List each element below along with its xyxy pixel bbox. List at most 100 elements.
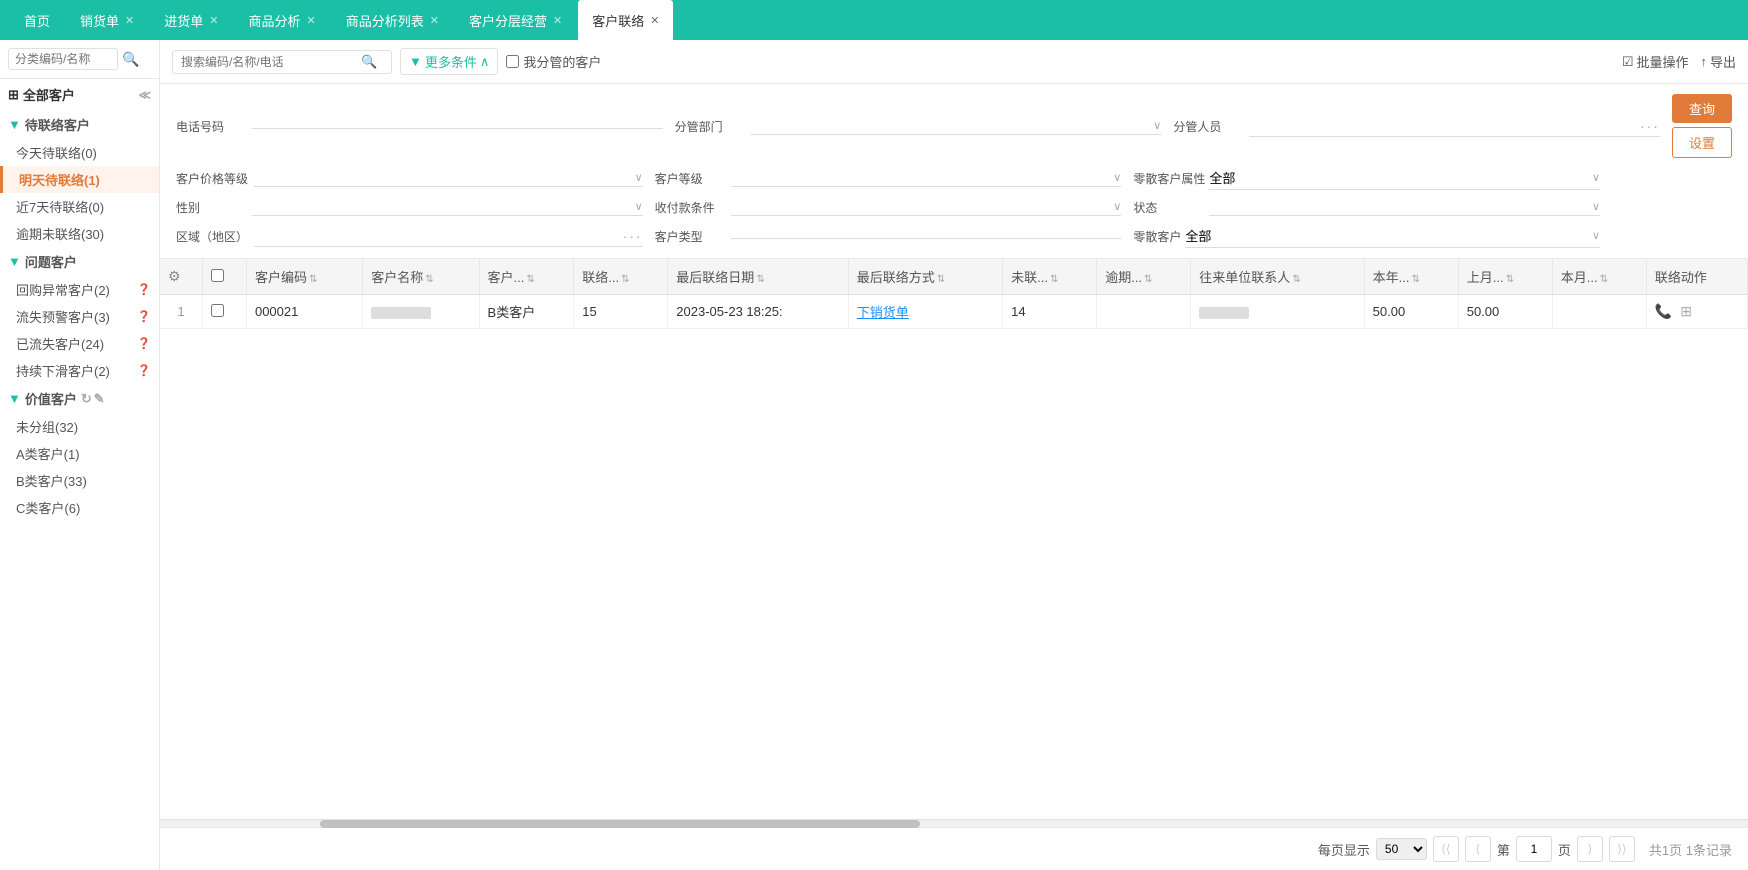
sidebar-search-icon[interactable]: 🔍 xyxy=(122,51,139,68)
payment-label: 收付款条件 xyxy=(655,199,725,216)
col-name[interactable]: 客户名称⇅ xyxy=(363,259,479,295)
main-search-input[interactable] xyxy=(181,55,361,69)
nav-close-icon[interactable]: ✕ xyxy=(307,14,316,27)
phone-input[interactable] xyxy=(252,124,663,129)
select-all-checkbox[interactable] xyxy=(211,269,224,282)
nav-home[interactable]: 首页 xyxy=(10,0,64,40)
region-label: 区域（地区） xyxy=(176,228,248,245)
prev-page-btn[interactable]: ⟨ xyxy=(1465,836,1491,862)
col-last-month[interactable]: 上月...⇅ xyxy=(1458,259,1552,295)
col-type[interactable]: 客户...⇅ xyxy=(479,259,574,295)
customer-level-label: 客户等级 xyxy=(655,170,725,187)
sort-icon: ⇅ xyxy=(1506,274,1514,285)
nav-product-analysis-list[interactable]: 商品分析列表 ✕ xyxy=(332,0,453,40)
col-contacts[interactable]: 联络...⇅ xyxy=(574,259,668,295)
col-last-contact-date[interactable]: 最后联络日期⇅ xyxy=(668,259,849,295)
main-search-icon[interactable]: 🔍 xyxy=(361,54,377,70)
col-not-contacted[interactable]: 未联...⇅ xyxy=(1003,259,1097,295)
my-customers-checkbox-label[interactable]: 我分管的客户 xyxy=(506,52,601,71)
total-label: 共1页 1条记录 xyxy=(1649,840,1732,859)
col-code[interactable]: 客户编码⇅ xyxy=(246,259,362,295)
sidebar-search-input[interactable] xyxy=(8,48,118,70)
checkbox-icon: ☑ xyxy=(1622,54,1634,70)
next-page-btn[interactable]: ⟩ xyxy=(1577,836,1603,862)
page-unit: 页 xyxy=(1558,840,1571,859)
nav-close-icon[interactable]: ✕ xyxy=(553,14,562,27)
nav-customer-contact[interactable]: 客户联络 ✕ xyxy=(578,0,673,40)
sidebar-item-c-class[interactable]: C类客户(6) xyxy=(0,494,159,521)
pending-contact-section: ▼ 待联络客户 xyxy=(0,110,159,139)
row-overdue xyxy=(1097,295,1191,329)
nav-close-icon[interactable]: ✕ xyxy=(125,14,134,27)
nav-close-active-icon[interactable]: ✕ xyxy=(650,14,659,27)
sidebar-item-b-class[interactable]: B类客户(33) xyxy=(0,467,159,494)
col-overdue[interactable]: 逾期...⇅ xyxy=(1097,259,1191,295)
sidebar-item-declining[interactable]: 持续下滑客户(2) ❓ xyxy=(0,357,159,384)
horizontal-scrollbar[interactable] xyxy=(160,819,1748,827)
edit-icon[interactable]: ✎ xyxy=(94,391,105,407)
sidebar-item-repurchase-anomaly[interactable]: 回购异常客户(2) ❓ xyxy=(0,276,159,303)
settings-btn[interactable]: 设置 xyxy=(1672,127,1732,158)
filter-manager: 分管人员 ··· xyxy=(1173,116,1660,137)
retail-attr-select[interactable]: 全部 ∨ xyxy=(1209,166,1600,190)
all-customers-header[interactable]: ⊞ 全部客户 ≪ xyxy=(0,79,159,110)
row-checkbox[interactable] xyxy=(203,295,247,329)
nav-close-icon[interactable]: ✕ xyxy=(209,14,218,27)
col-unit-contact[interactable]: 往来单位联系人⇅ xyxy=(1191,259,1364,295)
my-customers-checkbox[interactable] xyxy=(506,55,519,68)
payment-select[interactable]: ∨ xyxy=(731,198,1122,216)
gender-select[interactable]: ∨ xyxy=(252,198,643,216)
nav-sales-order[interactable]: 销货单 ✕ xyxy=(66,0,148,40)
sidebar-item-7days[interactable]: 近7天待联络(0) xyxy=(0,193,159,220)
first-page-btn[interactable]: ⟨⟨ xyxy=(1433,836,1459,862)
sort-icon: ⇅ xyxy=(1050,274,1058,285)
chevron-down-icon: ∨ xyxy=(635,171,643,184)
sidebar-item-today[interactable]: 今天待联络(0) xyxy=(0,139,159,166)
col-checkbox[interactable] xyxy=(203,259,247,295)
triangle-icon: ▼ xyxy=(8,117,21,132)
page-input[interactable] xyxy=(1516,836,1552,862)
manager-select[interactable]: ··· xyxy=(1249,116,1660,137)
row-code: 000021 xyxy=(246,295,362,329)
export-btn[interactable]: ↑ 导出 xyxy=(1700,52,1736,71)
status-select[interactable]: ∨ xyxy=(1209,198,1600,216)
customer-level-select[interactable]: ∨ xyxy=(731,169,1122,187)
row-last-month: 50.00 xyxy=(1458,295,1552,329)
row-select-checkbox[interactable] xyxy=(211,304,224,317)
col-this-year[interactable]: 本年...⇅ xyxy=(1364,259,1458,295)
sidebar-item-overdue[interactable]: 逾期未联络(30) xyxy=(0,220,159,247)
col-action[interactable]: 联络动作 xyxy=(1646,259,1747,295)
nav-product-analysis[interactable]: 商品分析 ✕ xyxy=(234,0,329,40)
nav-customer-tier[interactable]: 客户分层经营 ✕ xyxy=(455,0,576,40)
nav-close-icon[interactable]: ✕ xyxy=(430,14,439,27)
retail-customer-select[interactable]: 全部 ∨ xyxy=(1185,224,1600,248)
dept-select[interactable]: ∨ xyxy=(751,117,1162,135)
scrollbar-thumb[interactable] xyxy=(320,820,920,828)
sidebar-item-churn-warning[interactable]: 流失预警客户(3) ❓ xyxy=(0,303,159,330)
col-last-contact-method[interactable]: 最后联络方式⇅ xyxy=(848,259,1002,295)
phone-action-icon[interactable]: 📞 xyxy=(1655,303,1672,320)
row-last-contact-method[interactable]: 下销货单 xyxy=(848,295,1002,329)
grid-action-icon[interactable]: ⊞ xyxy=(1680,303,1692,320)
customer-type-select[interactable] xyxy=(731,234,1122,239)
sidebar-item-churned[interactable]: 已流失客户(24) ❓ xyxy=(0,330,159,357)
refresh-icon[interactable]: ↻ xyxy=(81,391,92,407)
nav-purchase-order[interactable]: 进货单 ✕ xyxy=(150,0,232,40)
col-this-month[interactable]: 本月...⇅ xyxy=(1552,259,1646,295)
query-btn[interactable]: 查询 xyxy=(1672,94,1732,123)
manager-label: 分管人员 xyxy=(1173,118,1243,135)
sidebar-item-tomorrow[interactable]: 明天待联络(1) xyxy=(0,166,159,193)
region-select[interactable]: ··· xyxy=(254,226,643,247)
chevron-down-icon: ∨ xyxy=(1153,119,1161,132)
col-settings[interactable]: ⚙ xyxy=(160,259,203,295)
top-nav: 首页 销货单 ✕ 进货单 ✕ 商品分析 ✕ 商品分析列表 ✕ 客户分层经营 ✕ … xyxy=(0,0,1748,40)
last-page-btn[interactable]: ⟩⟩ xyxy=(1609,836,1635,862)
batch-op-btn[interactable]: ☑ 批量操作 xyxy=(1622,52,1689,71)
price-level-select[interactable]: ∨ xyxy=(254,169,643,187)
more-filter-btn[interactable]: ▼ 更多条件 ∧ xyxy=(400,48,498,75)
row-last-contact-date: 2023-05-23 18:25: xyxy=(668,295,849,329)
sidebar-item-a-class[interactable]: A类客户(1) xyxy=(0,440,159,467)
sidebar-item-ungrouped[interactable]: 未分组(32) xyxy=(0,413,159,440)
filter-price-level: 客户价格等级 ∨ xyxy=(176,169,643,187)
per-page-select[interactable]: 50 20 100 xyxy=(1376,838,1427,860)
